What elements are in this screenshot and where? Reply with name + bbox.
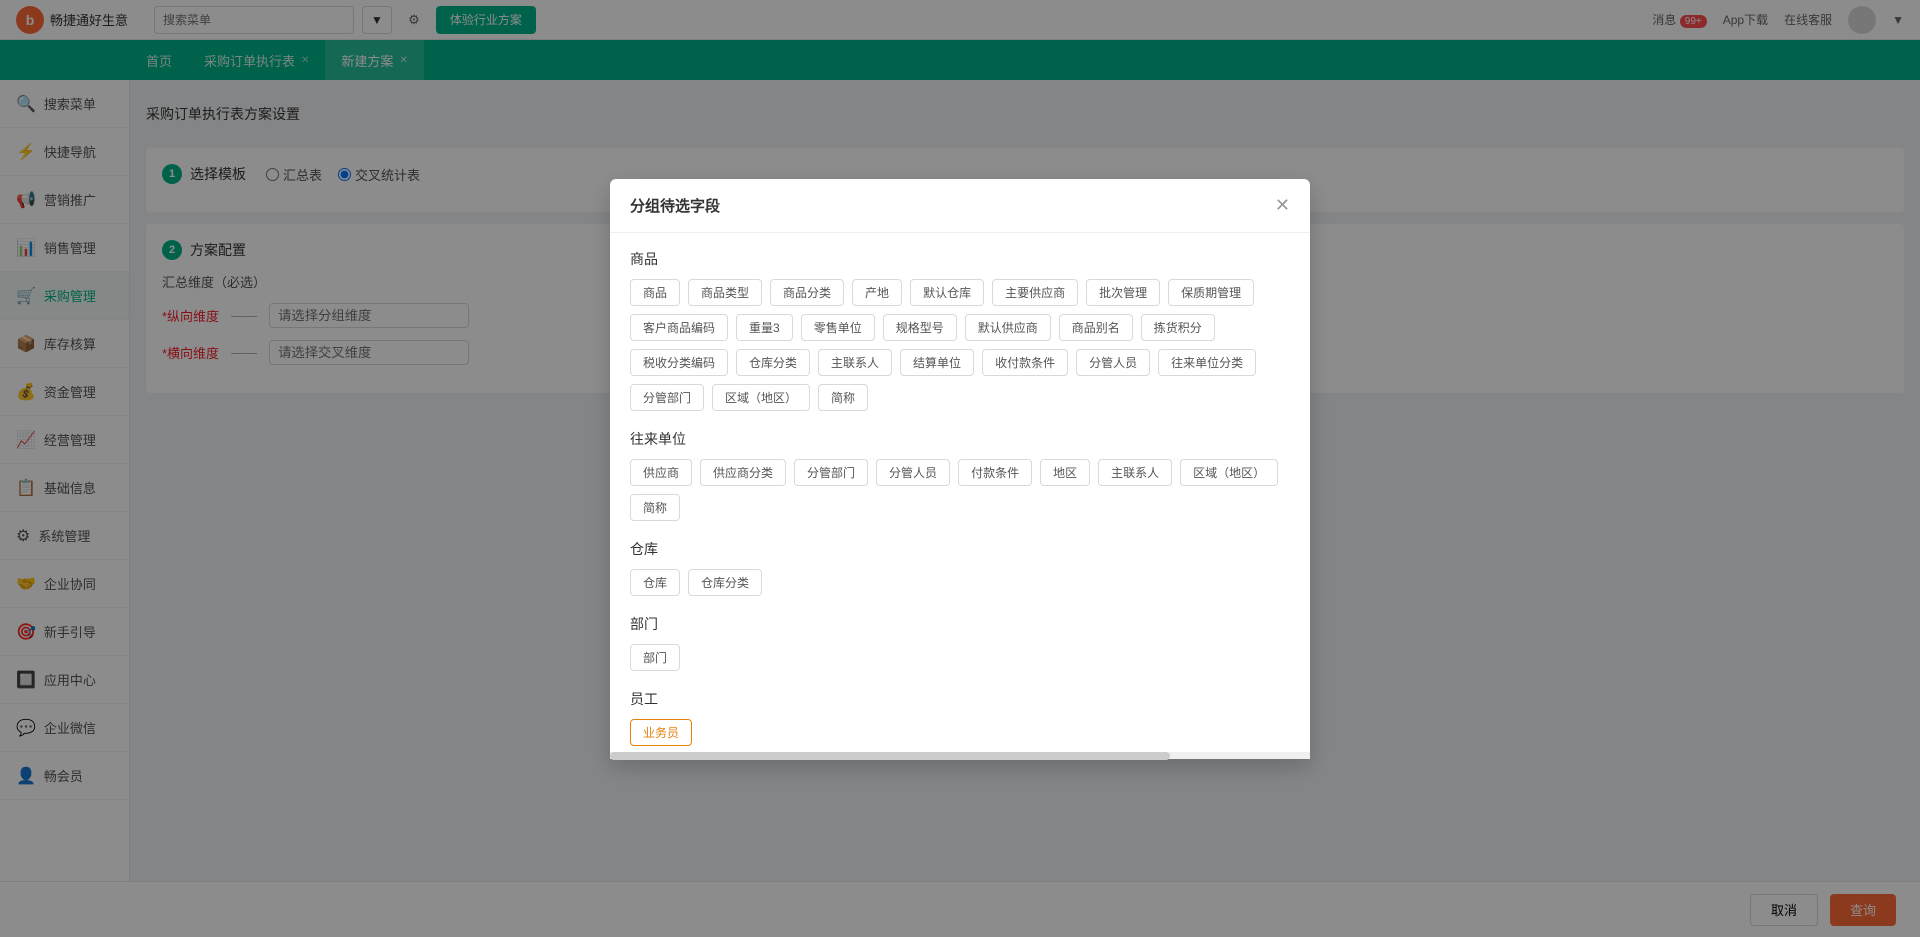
field-tag[interactable]: 仓库: [630, 569, 680, 596]
section-employee: 员工 业务员: [630, 689, 1290, 746]
employee-fields: 业务员: [630, 719, 1290, 746]
field-tag[interactable]: 供应商分类: [700, 459, 786, 486]
field-tag[interactable]: 分管人员: [1076, 349, 1150, 376]
field-tag[interactable]: 客户商品编码: [630, 314, 728, 341]
field-select-modal: 分组待选字段 ✕ 商品 商品 商品类型 商品分类 产地 默认仓库 主要供应商 批…: [610, 179, 1310, 759]
section-department-title: 部门: [630, 614, 1290, 634]
field-tag[interactable]: 零售单位: [801, 314, 875, 341]
warehouse-fields: 仓库 仓库分类: [630, 569, 1290, 596]
section-goods-title: 商品: [630, 249, 1290, 269]
field-tag[interactable]: 商品分类: [770, 279, 844, 306]
modal-horizontal-scrollbar[interactable]: [610, 752, 1310, 758]
field-tag[interactable]: 重量3: [736, 314, 793, 341]
section-warehouse-title: 仓库: [630, 539, 1290, 559]
field-tag[interactable]: 区域（地区）: [712, 384, 810, 411]
field-tag[interactable]: 仓库分类: [736, 349, 810, 376]
field-tag[interactable]: 简称: [818, 384, 868, 411]
field-tag[interactable]: 主联系人: [818, 349, 892, 376]
field-tag[interactable]: 主联系人: [1098, 459, 1172, 486]
section-employee-title: 员工: [630, 689, 1290, 709]
field-tag[interactable]: 规格型号: [883, 314, 957, 341]
field-tag[interactable]: 商品类型: [688, 279, 762, 306]
counterpart-fields: 供应商 供应商分类 分管部门 分管人员 付款条件 地区 主联系人 区域（地区） …: [630, 459, 1290, 521]
field-tag[interactable]: 业务员: [630, 719, 692, 746]
field-tag[interactable]: 保质期管理: [1168, 279, 1254, 306]
section-counterpart: 往来单位 供应商 供应商分类 分管部门 分管人员 付款条件 地区 主联系人 区域…: [630, 429, 1290, 521]
field-tag[interactable]: 分管部门: [794, 459, 868, 486]
modal-body: 商品 商品 商品类型 商品分类 产地 默认仓库 主要供应商 批次管理 保质期管理…: [610, 233, 1310, 753]
goods-fields: 商品 商品类型 商品分类 产地 默认仓库 主要供应商 批次管理 保质期管理 客户…: [630, 279, 1290, 411]
modal-close-button[interactable]: ✕: [1275, 195, 1290, 216]
field-tag[interactable]: 商品: [630, 279, 680, 306]
field-tag[interactable]: 区域（地区）: [1180, 459, 1278, 486]
section-goods: 商品 商品 商品类型 商品分类 产地 默认仓库 主要供应商 批次管理 保质期管理…: [630, 249, 1290, 411]
section-department: 部门 部门: [630, 614, 1290, 671]
department-fields: 部门: [630, 644, 1290, 671]
field-tag[interactable]: 往来单位分类: [1158, 349, 1256, 376]
field-tag[interactable]: 部门: [630, 644, 680, 671]
field-tag[interactable]: 税收分类编码: [630, 349, 728, 376]
field-tag[interactable]: 付款条件: [958, 459, 1032, 486]
field-tag[interactable]: 批次管理: [1086, 279, 1160, 306]
field-tag[interactable]: 分管人员: [876, 459, 950, 486]
field-tag[interactable]: 拣货积分: [1141, 314, 1215, 341]
field-tag[interactable]: 结算单位: [900, 349, 974, 376]
field-tag[interactable]: 默认仓库: [910, 279, 984, 306]
field-tag[interactable]: 简称: [630, 494, 680, 521]
section-counterpart-title: 往来单位: [630, 429, 1290, 449]
field-tag[interactable]: 商品别名: [1059, 314, 1133, 341]
field-tag[interactable]: 地区: [1040, 459, 1090, 486]
field-tag[interactable]: 分管部门: [630, 384, 704, 411]
field-tag[interactable]: 默认供应商: [965, 314, 1051, 341]
field-tag[interactable]: 仓库分类: [688, 569, 762, 596]
field-tag[interactable]: 供应商: [630, 459, 692, 486]
field-tag[interactable]: 收付款条件: [982, 349, 1068, 376]
section-warehouse: 仓库 仓库 仓库分类: [630, 539, 1290, 596]
modal-overlay[interactable]: 分组待选字段 ✕ 商品 商品 商品类型 商品分类 产地 默认仓库 主要供应商 批…: [0, 0, 1920, 937]
field-tag[interactable]: 主要供应商: [992, 279, 1078, 306]
modal-title: 分组待选字段: [630, 195, 720, 216]
field-tag[interactable]: 产地: [852, 279, 902, 306]
modal-header: 分组待选字段 ✕: [610, 179, 1310, 233]
